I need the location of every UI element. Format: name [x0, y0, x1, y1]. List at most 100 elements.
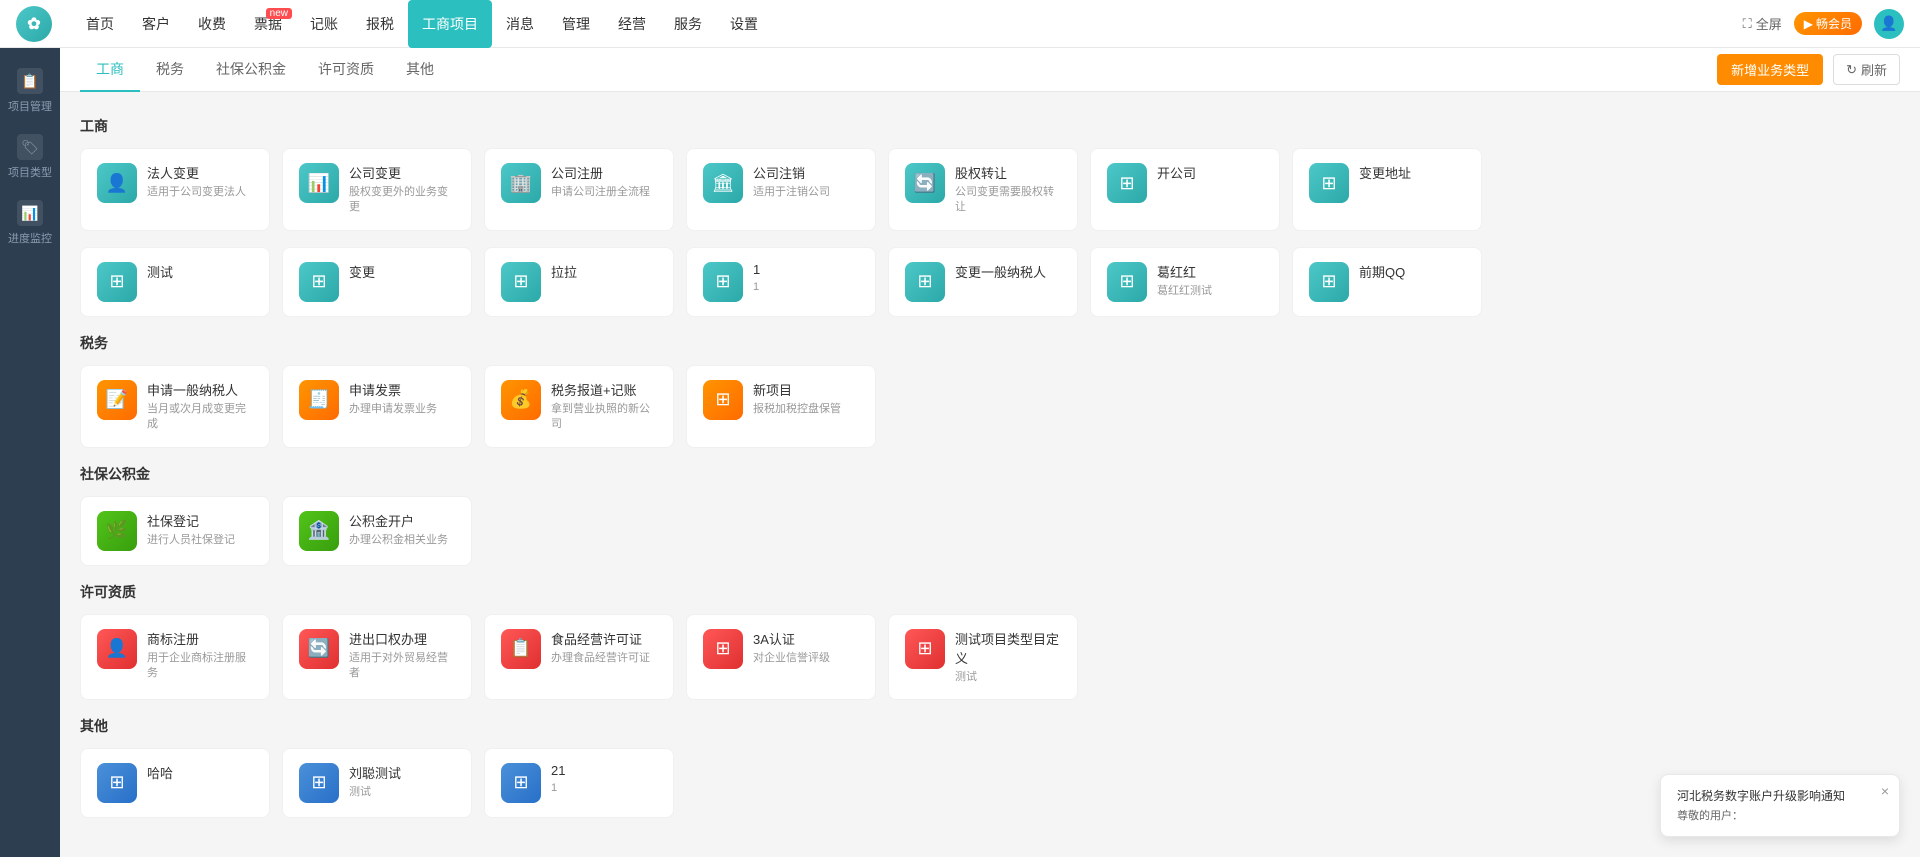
card-icon-import-export: 🔄 [299, 629, 339, 669]
project-type-icon: 🏷 [17, 134, 43, 160]
card-ge-honghong[interactable]: ⊞ 葛红红 葛红红测试 [1090, 247, 1280, 317]
tab-bar: 工商 税务 社保公积金 许可资质 其他 新增业务类型 ↻ 刷新 [60, 48, 1920, 92]
vip-button[interactable]: ▶ 畅会员 [1794, 12, 1862, 35]
tab-social-fund[interactable]: 社保公积金 [200, 49, 302, 92]
card-change-address[interactable]: ⊞ 变更地址 [1292, 148, 1482, 231]
cards-grid-license: 👤 商标注册 用于企业商标注册服务 🔄 进出口权办理 适用于对外贸易经营者 📋 … [80, 614, 1900, 700]
sidebar-item-project-type[interactable]: 🏷 项目类型 [0, 124, 60, 190]
card-icon-open-company: ⊞ [1107, 163, 1147, 203]
card-icon-food-license: 📋 [501, 629, 541, 669]
nav-settings[interactable]: 设置 [716, 0, 772, 48]
notification-title: 河北税务数字账户升级影响通知 [1677, 787, 1883, 804]
card-company-cancel[interactable]: 🏛 公司注销 适用于注销公司 [686, 148, 876, 231]
tab-bar-right: 新增业务类型 ↻ 刷新 [1717, 54, 1900, 85]
tab-bar-left: 工商 税务 社保公积金 许可资质 其他 [80, 48, 450, 91]
card-test-type[interactable]: ⊞ 测试项目类型目定义 测试 [888, 614, 1078, 700]
card-liucong-test[interactable]: ⊞ 刘聪测试 测试 [282, 748, 472, 818]
card-icon-liucong: ⊞ [299, 763, 339, 803]
card-icon-lala: ⊞ [501, 262, 541, 302]
card-change-taxpayer[interactable]: ⊞ 变更一般纳税人 [888, 247, 1078, 317]
section-title-industrial: 工商 [80, 116, 1900, 136]
card-icon-company-register: 🏢 [501, 163, 541, 203]
card-legal-person-change[interactable]: 👤 法人变更 适用于公司变更法人 [80, 148, 270, 231]
card-company-change[interactable]: 📊 公司变更 股权变更外的业务变更 [282, 148, 472, 231]
card-icon-equity: 🔄 [905, 163, 945, 203]
card-qq[interactable]: ⊞ 前期QQ [1292, 247, 1482, 317]
section-title-license: 许可资质 [80, 582, 1900, 602]
card-icon-trademark: 👤 [97, 629, 137, 669]
section-title-social: 社保公积金 [80, 464, 1900, 484]
card-fund-account[interactable]: 🏦 公积金开户 办理公积金相关业务 [282, 496, 472, 566]
card-21[interactable]: ⊞ 21 1 [484, 748, 674, 818]
nav-customer[interactable]: 客户 [128, 0, 184, 48]
card-change2[interactable]: ⊞ 变更 [282, 247, 472, 317]
card-one[interactable]: ⊞ 1 1 [686, 247, 876, 317]
card-icon-fund-account: 🏦 [299, 511, 339, 551]
top-nav: ✿ 首页 客户 收费 票据 new 记账 报税 工商项目 消息 管理 经 [0, 0, 1920, 48]
nav-bookkeeping[interactable]: 记账 [296, 0, 352, 48]
nav-manage[interactable]: 管理 [548, 0, 604, 48]
main-content: 工商 税务 社保公积金 许可资质 其他 新增业务类型 ↻ 刷新 工商 [60, 48, 1920, 857]
nav-ticket[interactable]: 票据 new [240, 0, 296, 48]
play-icon: ▶ [1804, 17, 1813, 31]
card-tax-report[interactable]: 💰 税务报道+记账 拿到营业执照的新公司 [484, 365, 674, 448]
card-icon-21: ⊞ [501, 763, 541, 803]
card-company-register[interactable]: 🏢 公司注册 申请公司注册全流程 [484, 148, 674, 231]
card-open-company[interactable]: ⊞ 开公司 [1090, 148, 1280, 231]
tab-license[interactable]: 许可资质 [302, 49, 390, 92]
card-icon-haha: ⊞ [97, 763, 137, 803]
card-apply-invoice[interactable]: 🧾 申请发票 办理申请发票业务 [282, 365, 472, 448]
card-import-export[interactable]: 🔄 进出口权办理 适用于对外贸易经营者 [282, 614, 472, 700]
notification-popup: × 河北税务数字账户升级影响通知 尊敬的用户： [1660, 774, 1900, 838]
logo[interactable]: ✿ [16, 6, 52, 42]
sidebar-item-project-manage[interactable]: 📋 项目管理 [0, 58, 60, 124]
card-food-license[interactable]: 📋 食品经营许可证 办理食品经营许可证 [484, 614, 674, 700]
card-icon-tax-report: 💰 [501, 380, 541, 420]
card-icon-change2: ⊞ [299, 262, 339, 302]
card-equity-transfer[interactable]: 🔄 股权转让 公司变更需要股权转让 [888, 148, 1078, 231]
nav-operation[interactable]: 经营 [604, 0, 660, 48]
nav-industrial[interactable]: 工商项目 [408, 0, 492, 48]
card-icon-change-taxpayer: ⊞ [905, 262, 945, 302]
card-lala[interactable]: ⊞ 拉拉 [484, 247, 674, 317]
cards-grid-social: 🌿 社保登记 进行人员社保登记 🏦 公积金开户 办理公积金相关业务 [80, 496, 1900, 566]
card-icon-social-register: 🌿 [97, 511, 137, 551]
card-apply-taxpayer[interactable]: 📝 申请一般纳税人 当月或次月成变更完成 [80, 365, 270, 448]
nav-fee[interactable]: 收费 [184, 0, 240, 48]
tab-other[interactable]: 其他 [390, 49, 450, 92]
avatar[interactable]: 👤 [1874, 9, 1904, 39]
nav-tax[interactable]: 报税 [352, 0, 408, 48]
card-icon-address: ⊞ [1309, 163, 1349, 203]
card-trademark[interactable]: 👤 商标注册 用于企业商标注册服务 [80, 614, 270, 700]
cards-grid-industrial: 👤 法人变更 适用于公司变更法人 📊 公司变更 股权变更外的业务变更 🏢 公司注… [80, 148, 1900, 231]
refresh-button[interactable]: ↻ 刷新 [1833, 54, 1900, 85]
cards-grid-industrial2: ⊞ 测试 ⊞ 变更 ⊞ 拉拉 ⊞ [80, 247, 1900, 317]
card-haha[interactable]: ⊞ 哈哈 [80, 748, 270, 818]
nav-service[interactable]: 服务 [660, 0, 716, 48]
sidebar: 📋 项目管理 🏷 项目类型 📊 进度监控 [0, 48, 60, 857]
notification-close-btn[interactable]: × [1881, 783, 1889, 799]
notification-desc: 尊敬的用户： [1677, 808, 1883, 825]
card-icon-test-type: ⊞ [905, 629, 945, 669]
card-icon-qq: ⊞ [1309, 262, 1349, 302]
fullscreen-icon: ⛶ [1743, 16, 1752, 32]
card-new-project[interactable]: ⊞ 新项目 报税加税控盘保管 [686, 365, 876, 448]
tab-tax[interactable]: 税务 [140, 49, 200, 92]
tab-industrial[interactable]: 工商 [80, 49, 140, 92]
nav-home[interactable]: 首页 [72, 0, 128, 48]
sidebar-item-progress-monitor[interactable]: 📊 进度监控 [0, 190, 60, 256]
refresh-icon: ↻ [1846, 62, 1857, 78]
card-icon-test: ⊞ [97, 262, 137, 302]
card-icon-company-cancel: 🏛 [703, 163, 743, 203]
card-icon-apply-taxpayer: 📝 [97, 380, 137, 420]
new-type-button[interactable]: 新增业务类型 [1717, 54, 1823, 85]
ticket-badge: new [266, 8, 292, 19]
card-social-register[interactable]: 🌿 社保登记 进行人员社保登记 [80, 496, 270, 566]
card-icon-3a: ⊞ [703, 629, 743, 669]
nav-message[interactable]: 消息 [492, 0, 548, 48]
card-3a-cert[interactable]: ⊞ 3A认证 对企业信誉评级 [686, 614, 876, 700]
fullscreen-btn[interactable]: ⛶ 全屏 [1743, 14, 1782, 33]
card-icon-ge: ⊞ [1107, 262, 1147, 302]
card-test[interactable]: ⊞ 测试 [80, 247, 270, 317]
card-icon-company-change: 📊 [299, 163, 339, 203]
